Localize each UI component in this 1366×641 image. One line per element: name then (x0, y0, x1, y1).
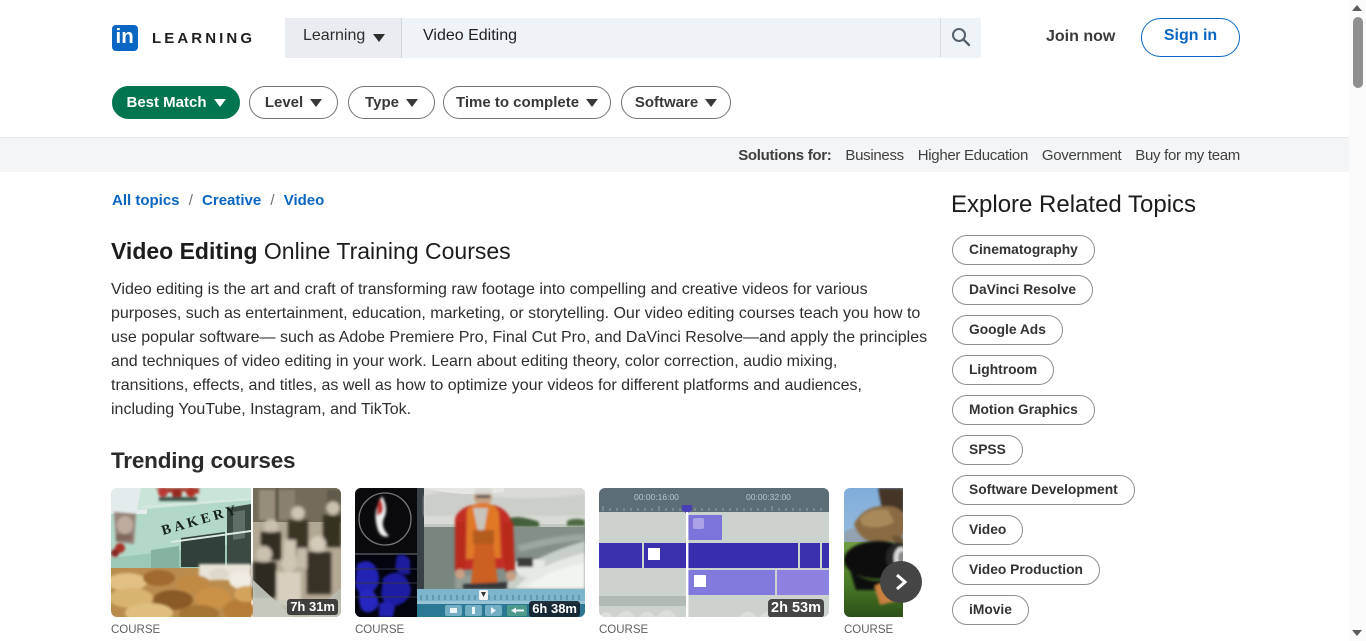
svg-text:00:00:32:00: 00:00:32:00 (746, 492, 791, 502)
svg-text:00:00:16:00: 00:00:16:00 (634, 492, 679, 502)
